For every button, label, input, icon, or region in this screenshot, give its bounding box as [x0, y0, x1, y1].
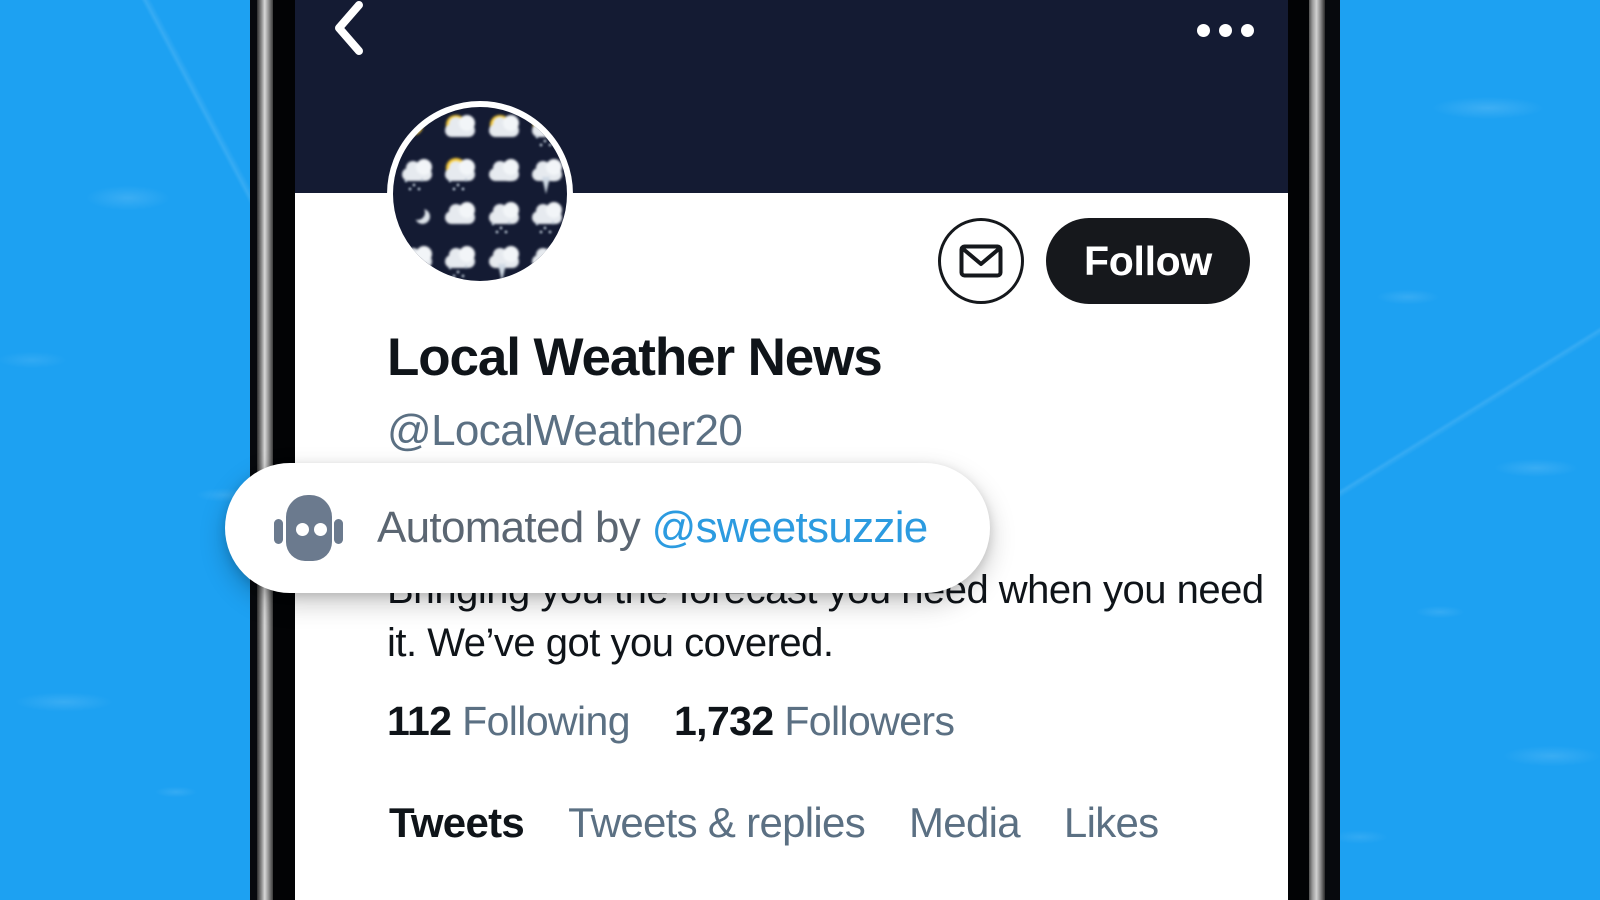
- automated-by-callout[interactable]: Automated by @sweetsuzzie: [225, 463, 990, 593]
- phone-bezel-right-inner: [1287, 0, 1309, 900]
- robot-eye-left: [296, 523, 309, 536]
- weather-icon-cell: [393, 194, 437, 238]
- robot-eye-right: [314, 523, 327, 536]
- followers-count: 1,732: [673, 698, 774, 744]
- tab-likes[interactable]: Likes: [1042, 799, 1181, 847]
- weather-icon-cell: [393, 107, 437, 151]
- profile-actions: Follow: [937, 218, 1250, 304]
- automated-by-account-link[interactable]: @sweetsuzzie: [652, 503, 929, 552]
- envelope-icon: [959, 244, 1003, 278]
- more-dot-2: [1218, 23, 1232, 37]
- weather-icon-cell: [524, 194, 568, 238]
- more-dot-1: [1196, 23, 1210, 37]
- follow-button[interactable]: Follow: [1045, 218, 1250, 304]
- weather-icon-cell: [524, 151, 568, 195]
- phone-bezel-right-metal: [1308, 0, 1325, 900]
- following-count: 112: [387, 698, 452, 744]
- followers-stat[interactable]: 1,732 Followers: [673, 698, 955, 745]
- profile-stats: 112 Following 1,732 Followers: [387, 698, 955, 745]
- avatar[interactable]: [387, 101, 573, 287]
- more-dot-3: [1240, 23, 1254, 37]
- tab-tweets-and-replies[interactable]: Tweets & replies: [546, 799, 887, 847]
- weather-icon-cell: [524, 238, 568, 282]
- automated-by-prefix: Automated by: [377, 503, 652, 552]
- automated-by-text: Automated by @sweetsuzzie: [377, 503, 928, 553]
- robot-ear-right: [334, 519, 343, 544]
- weather-icon-cell: [480, 194, 524, 238]
- tab-tweets[interactable]: Tweets: [389, 799, 546, 847]
- weather-icon-cell: [480, 151, 524, 195]
- robot-head-icon: [273, 495, 343, 561]
- weather-icon-cell: [437, 107, 481, 151]
- phone-bezel-right-outer: [1323, 0, 1340, 900]
- more-options-button[interactable]: [1188, 2, 1262, 58]
- phone-bezel-left-metal: [257, 0, 273, 900]
- phone-mockup: Follow Local Weather News @LocalWeather2…: [245, 0, 1345, 900]
- weather-icon-cell: [437, 238, 481, 282]
- following-stat[interactable]: 112 Following: [387, 698, 631, 745]
- avatar-weather-grid: [393, 107, 567, 281]
- weather-icon-cell: [480, 238, 524, 282]
- profile-handle: @LocalWeather20: [387, 406, 743, 455]
- profile-display-name: Local Weather News: [387, 328, 883, 387]
- weather-icon-cell: [437, 194, 481, 238]
- phone-screen: Follow Local Weather News @LocalWeather2…: [295, 0, 1288, 900]
- phone-bezel-left-inner: [273, 0, 296, 900]
- follow-button-label: Follow: [1083, 237, 1212, 284]
- followers-label: Followers: [784, 698, 955, 744]
- weather-icon-cell: [437, 151, 481, 195]
- weather-icon-cell: [524, 107, 568, 151]
- weather-icon-cell: [393, 151, 437, 195]
- following-label: Following: [462, 698, 630, 744]
- weather-icon-cell: [480, 107, 524, 151]
- chevron-left-icon: [335, 1, 363, 55]
- message-button[interactable]: [937, 218, 1024, 304]
- back-button[interactable]: [317, 0, 381, 60]
- robot-ear-left: [274, 519, 283, 544]
- weather-icon-cell: [393, 238, 437, 282]
- profile-tabs: Tweets Tweets & replies Media Likes: [389, 799, 1180, 847]
- tab-media[interactable]: Media: [887, 799, 1042, 847]
